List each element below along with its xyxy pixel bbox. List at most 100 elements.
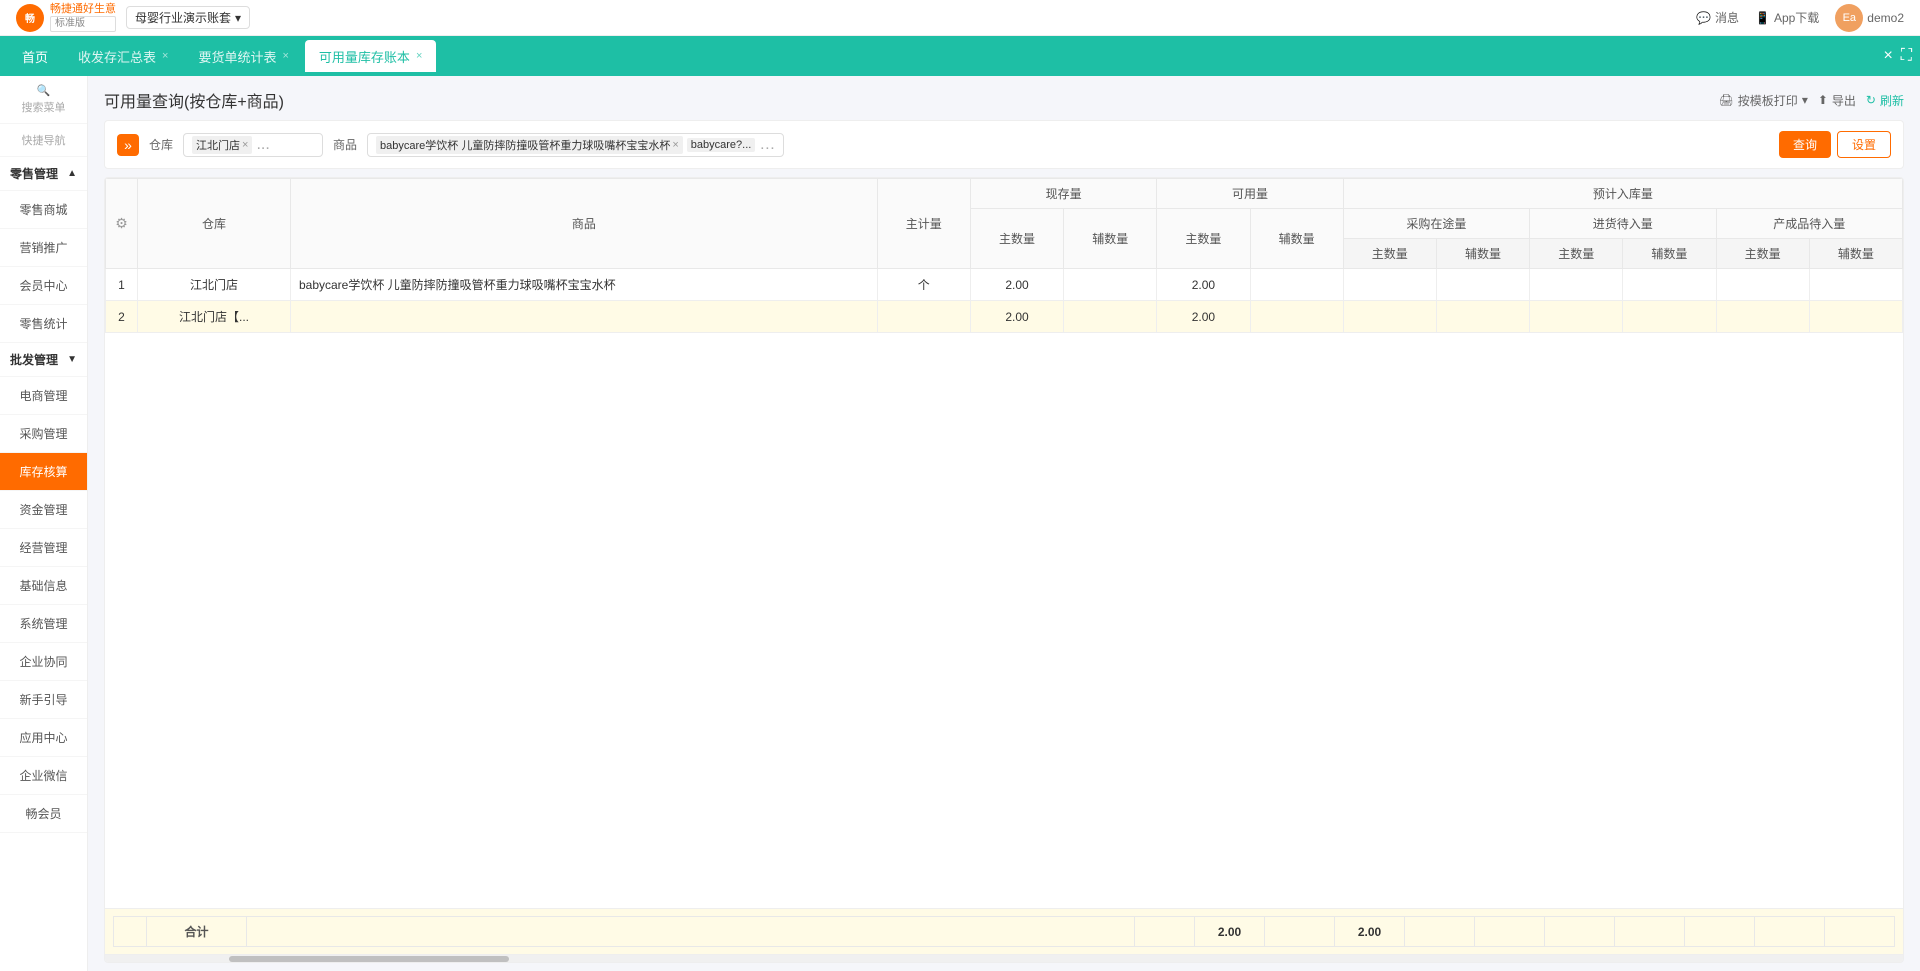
- message-btn[interactable]: 💬 消息: [1696, 9, 1739, 26]
- col-header-settings[interactable]: ⚙: [106, 179, 138, 269]
- close-tab-0[interactable]: ×: [162, 50, 168, 62]
- sidebar-search[interactable]: 🔍 搜索菜单: [0, 76, 87, 124]
- query-btn[interactable]: 查询: [1779, 131, 1831, 158]
- page-actions: 🖨 按模板打印 ▾ ⬆ 导出 ↻ 刷新: [1719, 92, 1904, 109]
- sidebar-ecommerce[interactable]: 电商管理: [0, 377, 87, 415]
- sidebar-retail-stats[interactable]: 零售统计: [0, 305, 87, 343]
- search-icon: 🔍: [37, 84, 51, 97]
- cell-purchase-aux-1: [1436, 269, 1529, 301]
- refresh-btn[interactable]: ↻ 刷新: [1866, 92, 1904, 109]
- sidebar-system[interactable]: 系统管理: [0, 605, 87, 643]
- col-header-inbound-aux: 辅数量: [1623, 239, 1716, 269]
- tab-receive-summary[interactable]: 收发存汇总表 ×: [64, 40, 182, 72]
- warehouse-filter-input[interactable]: 江北门店 × ...: [183, 133, 323, 157]
- export-icon: ⬆: [1818, 93, 1828, 107]
- footer-stock-main: 2.00: [1195, 917, 1265, 947]
- content-area: 可用量查询(按仓库+商品) 🖨 按模板打印 ▾ ⬆ 导出 ↻ 刷新 »: [88, 76, 1920, 971]
- close-all-tabs[interactable]: ×: [1883, 47, 1892, 65]
- filter-bar: » 仓库 江北门店 × ... 商品 babycare学饮杯 儿童防摔防撞吸管杯…: [104, 120, 1904, 169]
- cell-purchase-main-1: [1343, 269, 1436, 301]
- close-tab-1[interactable]: ×: [282, 50, 288, 62]
- scrollbar-thumb[interactable]: [229, 956, 509, 962]
- settings-btn[interactable]: 设置: [1837, 131, 1891, 158]
- user-area[interactable]: Ea demo2: [1835, 4, 1904, 32]
- warehouse-more-icon[interactable]: ...: [256, 136, 269, 154]
- expand-tabs[interactable]: ⛶: [1901, 47, 1912, 65]
- gear-icon[interactable]: ⚙: [115, 215, 128, 231]
- remove-warehouse-tag[interactable]: ×: [242, 139, 248, 151]
- sidebar-enterprise-collab[interactable]: 企业协同: [0, 643, 87, 681]
- product-tag-1: babycare学饮杯 儿童防摔防撞吸管杯重力球吸嘴杯宝宝水杯 ×: [376, 136, 683, 154]
- product-filter-input[interactable]: babycare学饮杯 儿童防摔防撞吸管杯重力球吸嘴杯宝宝水杯 × babyca…: [367, 133, 784, 157]
- print-btn[interactable]: 🖨 按模板打印 ▾: [1719, 92, 1808, 109]
- table-scroll-area[interactable]: ⚙ 仓库 商品 主计量 现存量 可用量 预计入库量 主数量 辅数量: [105, 178, 1903, 908]
- industry-selector[interactable]: 母婴行业演示账套 ▾: [126, 6, 250, 29]
- sidebar-member-center[interactable]: 会员中心: [0, 267, 87, 305]
- col-header-purchase-aux: 辅数量: [1436, 239, 1529, 269]
- tab-home[interactable]: 首页: [8, 40, 62, 72]
- col-header-stock-main: 主数量: [970, 209, 1063, 269]
- sidebar-enterprise-wechat[interactable]: 企业微信: [0, 757, 87, 795]
- cell-index-2: 2: [106, 301, 138, 333]
- sidebar-wholesale-management[interactable]: 批发管理 ▼: [0, 343, 87, 377]
- col-header-avail-aux: 辅数量: [1250, 209, 1343, 269]
- sidebar-base-info[interactable]: 基础信息: [0, 567, 87, 605]
- app-download-btn[interactable]: 📱 App下载: [1755, 9, 1819, 26]
- cell-inbound-main-1: [1530, 269, 1623, 301]
- col-header-unit: 主计量: [877, 179, 970, 269]
- refresh-icon: ↻: [1866, 93, 1876, 107]
- close-tab-2[interactable]: ×: [416, 50, 422, 62]
- logo-text: 畅捷通好生意 标准版: [50, 3, 116, 32]
- sidebar-finance[interactable]: 资金管理: [0, 491, 87, 529]
- main-table: ⚙ 仓库 商品 主计量 现存量 可用量 预计入库量 主数量 辅数量: [105, 178, 1903, 333]
- sidebar-operations[interactable]: 经营管理: [0, 529, 87, 567]
- col-header-warehouse: 仓库: [138, 179, 291, 269]
- sidebar-marketing[interactable]: 营销推广: [0, 229, 87, 267]
- horizontal-scrollbar[interactable]: [105, 954, 1903, 962]
- nav-tabs: 首页 收发存汇总表 × 要货单统计表 × 可用量库存账本 × × ⛶: [0, 36, 1920, 76]
- cell-inbound-main-2: [1530, 301, 1623, 333]
- cell-inbound-aux-1: [1623, 269, 1716, 301]
- footer-total-label: 合计: [147, 917, 247, 947]
- warehouse-filter-label: 仓库: [149, 136, 173, 153]
- col-header-current-stock: 现存量: [970, 179, 1156, 209]
- product-more-icon[interactable]: …: [759, 136, 775, 154]
- cell-stock-main-2: 2.00: [970, 301, 1063, 333]
- col-header-product-pending: 产成品待入量: [1716, 209, 1902, 239]
- cell-index-1: 1: [106, 269, 138, 301]
- sidebar-app-center[interactable]: 应用中心: [0, 719, 87, 757]
- remove-product-tag-1[interactable]: ×: [672, 139, 678, 151]
- logo-icon: 畅: [16, 4, 44, 32]
- table-footer: 合计 2.00 2.00: [105, 908, 1903, 954]
- cell-inbound-aux-2: [1623, 301, 1716, 333]
- tab-order-stats[interactable]: 要货单统计表 ×: [184, 40, 302, 72]
- nav-tabs-right: × ⛶: [1883, 47, 1912, 65]
- tab-available-stock[interactable]: 可用量库存账本 ×: [305, 40, 436, 72]
- col-header-purchase-onway: 采购在途量: [1343, 209, 1529, 239]
- sidebar-online-store[interactable]: 零售商城: [0, 191, 87, 229]
- col-header-stock-aux: 辅数量: [1064, 209, 1157, 269]
- top-bar: 畅 畅捷通好生意 标准版 母婴行业演示账套 ▾ 💬 消息 📱 App下载 Ea …: [0, 0, 1920, 36]
- cell-warehouse-2: 江北门店【...: [138, 301, 291, 333]
- cell-avail-main-1: 2.00: [1157, 269, 1250, 301]
- cell-avail-aux-2: [1250, 301, 1343, 333]
- col-header-product-aux: 辅数量: [1809, 239, 1902, 269]
- sidebar-purchase[interactable]: 采购管理: [0, 415, 87, 453]
- col-header-available-qty: 可用量: [1157, 179, 1343, 209]
- cell-product-aux-1: [1809, 269, 1902, 301]
- sidebar-quick-nav[interactable]: 快捷导航: [0, 124, 87, 157]
- print-icon: 🖨: [1719, 93, 1734, 107]
- main-layout: 🔍 搜索菜单 快捷导航 零售管理 ▲ 零售商城 营销推广 会员中心 零售统计 批…: [0, 76, 1920, 971]
- cell-product-aux-2: [1809, 301, 1902, 333]
- print-arrow-icon: ▾: [1802, 93, 1808, 107]
- sidebar-retail-management[interactable]: 零售管理 ▲: [0, 157, 87, 191]
- filter-expand-btn[interactable]: »: [117, 134, 139, 156]
- sidebar-chang-member[interactable]: 畅会员: [0, 795, 87, 833]
- logo-area: 畅 畅捷通好生意 标准版: [16, 3, 116, 32]
- export-btn[interactable]: ⬆ 导出: [1818, 92, 1856, 109]
- cell-unit-2: [877, 301, 970, 333]
- col-header-predict-inbound: 预计入库量: [1343, 179, 1902, 209]
- sidebar-inventory[interactable]: 库存核算: [0, 453, 87, 491]
- page-header: 可用量查询(按仓库+商品) 🖨 按模板打印 ▾ ⬆ 导出 ↻ 刷新: [88, 76, 1920, 120]
- sidebar-newbie-guide[interactable]: 新手引导: [0, 681, 87, 719]
